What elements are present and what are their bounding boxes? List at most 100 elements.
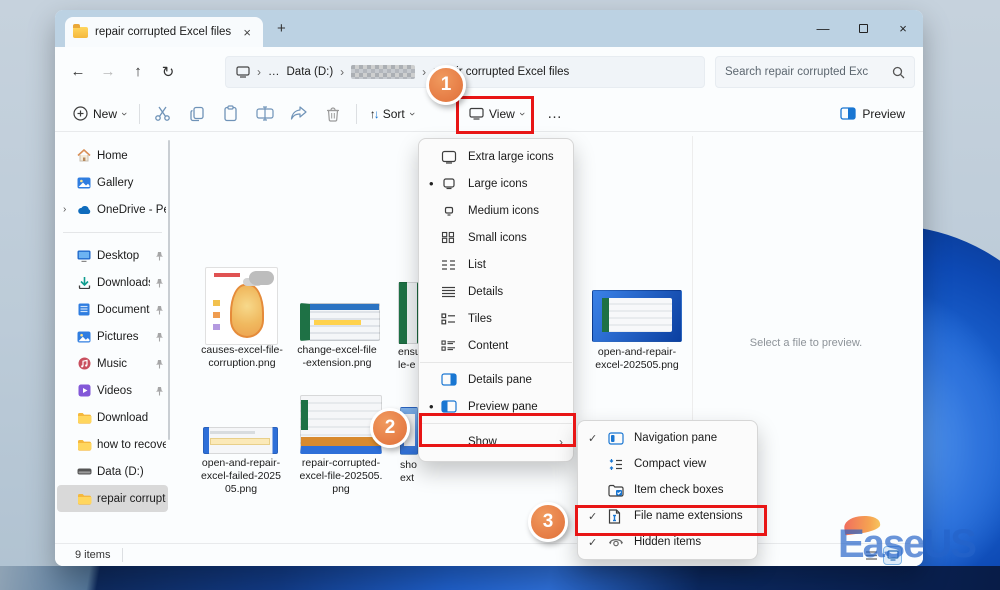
submenu-item-label: Compact view (634, 458, 707, 470)
breadcrumb-drive[interactable]: Data (D:) (287, 66, 334, 78)
sidebar-item-label: Pictures (97, 330, 139, 343)
sidebar-item-home[interactable]: Home (57, 142, 168, 169)
menu-item-label: Large icons (468, 177, 528, 190)
rename-button[interactable] (248, 100, 282, 128)
submenu-item-label: Hidden items (634, 536, 702, 548)
pin-icon (155, 386, 164, 396)
sort-button-label: Sort (382, 106, 405, 121)
forward-button[interactable]: → (93, 63, 123, 80)
refresh-button[interactable]: ↻ (153, 63, 183, 81)
folder-icon (76, 493, 92, 505)
file-thumbnail (592, 290, 682, 342)
view-menu-item-list[interactable]: List (419, 251, 573, 278)
navigation-pane-icon (608, 431, 634, 445)
file-name-label: change-excel-file -extension.png (297, 344, 377, 369)
paste-button[interactable] (214, 100, 248, 128)
view-menu-item-large-icons[interactable]: • Large icons (419, 170, 573, 197)
view-menu-item-tiles[interactable]: Tiles (419, 305, 573, 332)
sidebar-item-pictures[interactable]: Pictures (57, 323, 168, 350)
view-menu-item-content[interactable]: Content (419, 332, 573, 359)
search-icon (892, 66, 905, 79)
preview-toggle-label: Preview (862, 106, 905, 121)
highlight-box-show (419, 413, 576, 447)
view-menu-item-small-icons[interactable]: Small icons (419, 224, 573, 251)
view-menu-item-details[interactable]: Details (419, 278, 573, 305)
highlight-box-file-name-extensions (575, 505, 767, 536)
sidebar-item-onedrive-pers[interactable]: › OneDrive - Pers (57, 196, 168, 223)
sidebar-item-label: OneDrive - Pers (97, 203, 166, 216)
chevron-right-icon: › (340, 65, 345, 79)
downloads-icon (76, 276, 92, 289)
content-view-icon (441, 339, 468, 352)
file-name-label: open-and-repair-excel-failed-2025 05.png (201, 457, 281, 495)
file-name-label: repair-corrupted-excel-file-202505. png (299, 457, 383, 495)
window-controls: — × (803, 10, 923, 47)
sidebar-item-documents[interactable]: Documents (57, 296, 168, 323)
expand-chevron-icon[interactable]: › (63, 204, 71, 215)
sidebar-item-download[interactable]: Download (57, 404, 168, 431)
sidebar-item-gallery[interactable]: Gallery (57, 169, 168, 196)
view-menu-item-medium-icons[interactable]: Medium icons (419, 197, 573, 224)
sidebar-scrollbar[interactable] (168, 140, 170, 440)
show-submenu-item-navigation-pane[interactable]: ✓ Navigation pane (578, 425, 757, 451)
minimize-button[interactable]: — (803, 21, 843, 36)
menu-item-label: Content (468, 339, 509, 352)
see-more-button[interactable]: … (547, 105, 563, 122)
show-submenu-item-item-check-boxes[interactable]: Item check boxes (578, 477, 757, 503)
sidebar-item-music[interactable]: Music (57, 350, 168, 377)
cut-button[interactable] (146, 100, 180, 128)
copy-button[interactable] (180, 100, 214, 128)
file-thumbnail (203, 427, 278, 454)
sort-button[interactable]: ↑↓ Sort › (363, 100, 421, 128)
sidebar-item-label: Music (97, 357, 128, 370)
details-view-toggle[interactable] (863, 547, 880, 564)
delete-button[interactable] (316, 100, 350, 128)
pin-icon (155, 251, 164, 261)
this-pc-icon (236, 66, 250, 78)
search-input[interactable]: Search repair corrupted Exc (725, 66, 886, 78)
breadcrumb-overflow[interactable]: … (268, 66, 280, 78)
pin-icon (155, 332, 164, 342)
maximize-button[interactable] (843, 21, 883, 36)
folder-icon (76, 439, 92, 451)
selected-bullet: • (429, 176, 434, 191)
large-icons-view-toggle[interactable] (883, 545, 902, 565)
back-button[interactable]: ← (63, 63, 93, 80)
chevron-right-icon: › (422, 65, 427, 79)
highlight-box-view (456, 96, 534, 134)
sidebar-item-how-to-recover[interactable]: how to recover (57, 431, 168, 458)
sidebar-item-desktop[interactable]: Desktop (57, 242, 168, 269)
search-box[interactable]: Search repair corrupted Exc (715, 56, 915, 88)
preview-toggle-button[interactable]: Preview (840, 107, 905, 121)
onedrive-icon (76, 205, 92, 215)
explorer-tab[interactable]: repair corrupted Excel files × (65, 17, 263, 47)
preview-pane-icon (840, 107, 856, 120)
view-menu-item-details-pane[interactable]: Details pane (419, 366, 573, 393)
new-button[interactable]: New › (66, 100, 133, 128)
sidebar-item-label: Gallery (97, 176, 134, 189)
item-count: 9 items (75, 549, 111, 561)
pin-icon (155, 359, 164, 369)
toolbar-divider (355, 103, 357, 124)
new-tab-button[interactable]: + (277, 20, 286, 37)
music-icon (76, 357, 92, 370)
up-button[interactable]: ↑ (123, 63, 153, 80)
sidebar-item-videos[interactable]: Videos (57, 377, 168, 404)
menu-item-label: Details pane (468, 373, 532, 386)
list-view-icon (441, 259, 468, 271)
sidebar-item-data-d[interactable]: Data (D:) (57, 458, 168, 485)
small-icons-icon (441, 231, 468, 244)
drive-icon (76, 468, 92, 475)
sidebar-item-downloads[interactable]: Downloads (57, 269, 168, 296)
sidebar-item-label: Data (D:) (97, 465, 144, 478)
sidebar-item-repair-corrupted[interactable]: repair corrupted (57, 485, 168, 512)
show-submenu: ✓ Navigation pane Compact view Item check b… (577, 420, 758, 560)
menu-separator (420, 362, 572, 363)
share-button[interactable] (282, 100, 316, 128)
close-button[interactable]: × (883, 21, 923, 36)
show-submenu-item-compact-view[interactable]: Compact view (578, 451, 757, 477)
tab-close-icon[interactable]: × (239, 25, 255, 40)
documents-icon (76, 303, 92, 316)
menu-item-label: Tiles (468, 312, 492, 325)
view-menu-item-extra-large-icons[interactable]: Extra large icons (419, 143, 573, 170)
